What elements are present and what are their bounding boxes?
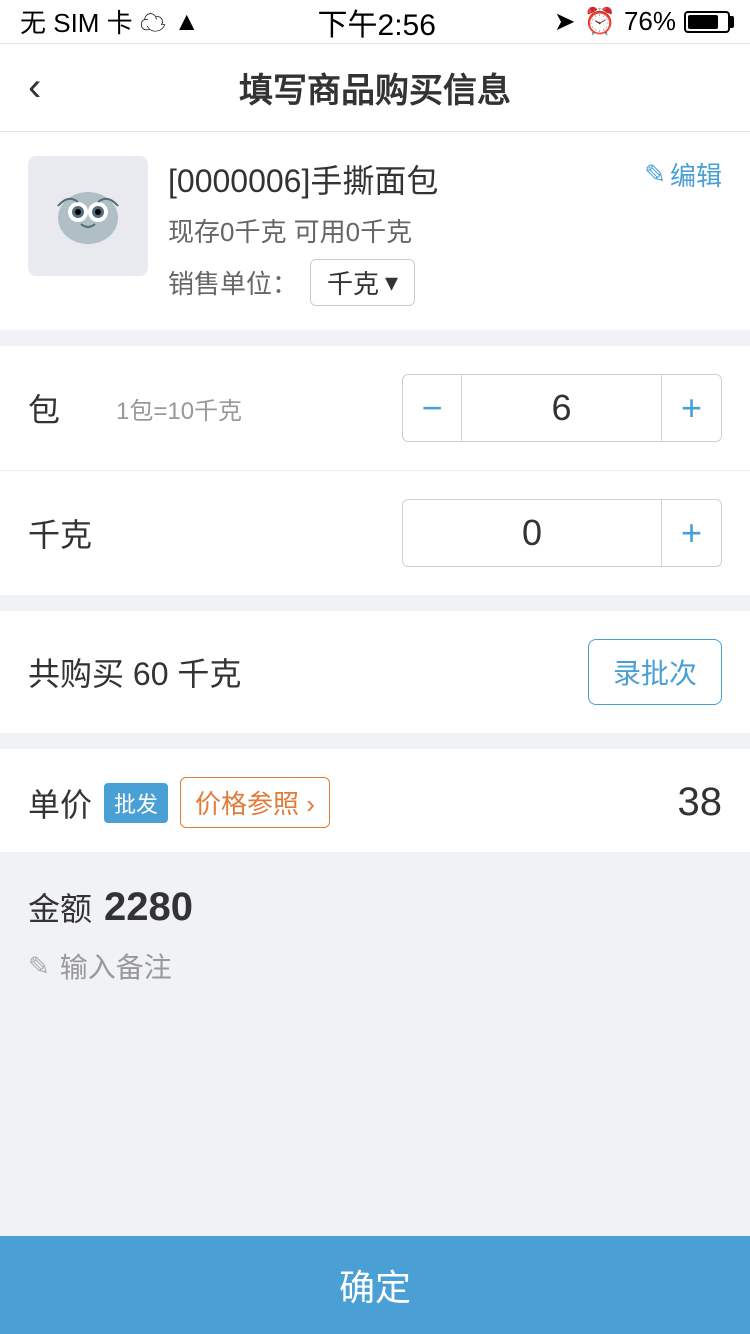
qty-input-bao[interactable] bbox=[462, 374, 662, 442]
alarm-icon: ⏰ bbox=[584, 6, 616, 37]
qty-controls-kg: + bbox=[402, 499, 722, 567]
battery-percent: 76% bbox=[624, 6, 676, 37]
unit-label: 销售单位： bbox=[168, 264, 298, 301]
quantity-row-kg: 千克 + bbox=[0, 471, 750, 595]
confirm-button[interactable]: 确定 bbox=[0, 1236, 750, 1334]
nav-bar: ‹ 填写商品购买信息 bbox=[0, 44, 750, 132]
unit-select[interactable]: 千克 ▾ bbox=[310, 259, 415, 306]
quantity-row-bao: 包 1包=10千克 − + bbox=[0, 346, 750, 471]
wifi-icon: ▲ bbox=[174, 6, 200, 37]
amount-row: 金额 2280 bbox=[28, 884, 722, 930]
price-label: 单价 bbox=[28, 780, 92, 826]
price-section: 单价 批发 价格参照 › 38 bbox=[0, 749, 750, 852]
qty-input-kg[interactable] bbox=[402, 499, 662, 567]
product-stock: 现存0千克 可用0千克 bbox=[168, 212, 722, 249]
qty-controls-bao: − + bbox=[402, 374, 722, 442]
status-left: 无 SIM 卡 ☁ ▲ bbox=[20, 3, 200, 40]
amount-label: 金额 bbox=[28, 884, 92, 930]
note-label: 输入备注 bbox=[60, 946, 172, 986]
product-image bbox=[28, 156, 148, 276]
qty-plus-bao[interactable]: + bbox=[662, 374, 722, 442]
sim-status: 无 SIM 卡 ☁ bbox=[20, 3, 166, 40]
summary-text: 共购买 60 千克 bbox=[28, 649, 241, 695]
location-icon: ➤ bbox=[554, 6, 576, 37]
price-type-tag: 批发 bbox=[104, 783, 168, 823]
product-info: [0000006]手撕面包 ✎ 编辑 现存0千克 可用0千克 销售单位： 千克 … bbox=[168, 156, 722, 306]
price-ref-button[interactable]: 价格参照 › bbox=[180, 777, 330, 828]
page-title: 填写商品购买信息 bbox=[239, 63, 511, 112]
unit-value: 千克 bbox=[327, 264, 379, 301]
qty-sublabel-bao: 1包=10千克 bbox=[116, 391, 242, 426]
qty-plus-kg[interactable]: + bbox=[662, 499, 722, 567]
pencil-icon: ✎ bbox=[28, 951, 50, 982]
note-row[interactable]: ✎ 输入备注 bbox=[28, 946, 722, 986]
bottom-spacer bbox=[0, 1006, 750, 1206]
status-time: 下午2:56 bbox=[318, 0, 436, 44]
edit-button[interactable]: ✎ 编辑 bbox=[644, 156, 722, 193]
status-bar: 无 SIM 卡 ☁ ▲ 下午2:56 ➤ ⏰ 76% bbox=[0, 0, 750, 44]
price-value: 38 bbox=[678, 780, 723, 825]
summary-qty: 60 bbox=[133, 656, 169, 692]
record-batch-button[interactable]: 录批次 bbox=[588, 639, 722, 705]
qty-minus-bao[interactable]: − bbox=[402, 374, 462, 442]
back-button[interactable]: ‹ bbox=[28, 65, 41, 110]
battery-icon bbox=[684, 11, 730, 33]
product-name: [0000006]手撕面包 bbox=[168, 156, 438, 202]
price-row: 单价 批发 价格参照 › 38 bbox=[28, 777, 722, 828]
qty-label-kg: 千克 bbox=[28, 510, 108, 556]
product-card: [0000006]手撕面包 ✎ 编辑 现存0千克 可用0千克 销售单位： 千克 … bbox=[0, 132, 750, 330]
summary-row: 共购买 60 千克 录批次 bbox=[0, 611, 750, 733]
edit-icon: ✎ bbox=[644, 159, 666, 190]
qty-label-bao: 包 bbox=[28, 385, 108, 431]
dropdown-icon: ▾ bbox=[385, 267, 398, 298]
amount-section: 金额 2280 ✎ 输入备注 bbox=[0, 856, 750, 1006]
status-right: ➤ ⏰ 76% bbox=[554, 6, 730, 37]
content: [0000006]手撕面包 ✎ 编辑 现存0千克 可用0千克 销售单位： 千克 … bbox=[0, 132, 750, 1206]
quantity-section: 包 1包=10千克 − + 千克 + bbox=[0, 346, 750, 595]
amount-value: 2280 bbox=[104, 885, 193, 930]
product-logo bbox=[48, 176, 128, 256]
product-unit-row: 销售单位： 千克 ▾ bbox=[168, 259, 722, 306]
